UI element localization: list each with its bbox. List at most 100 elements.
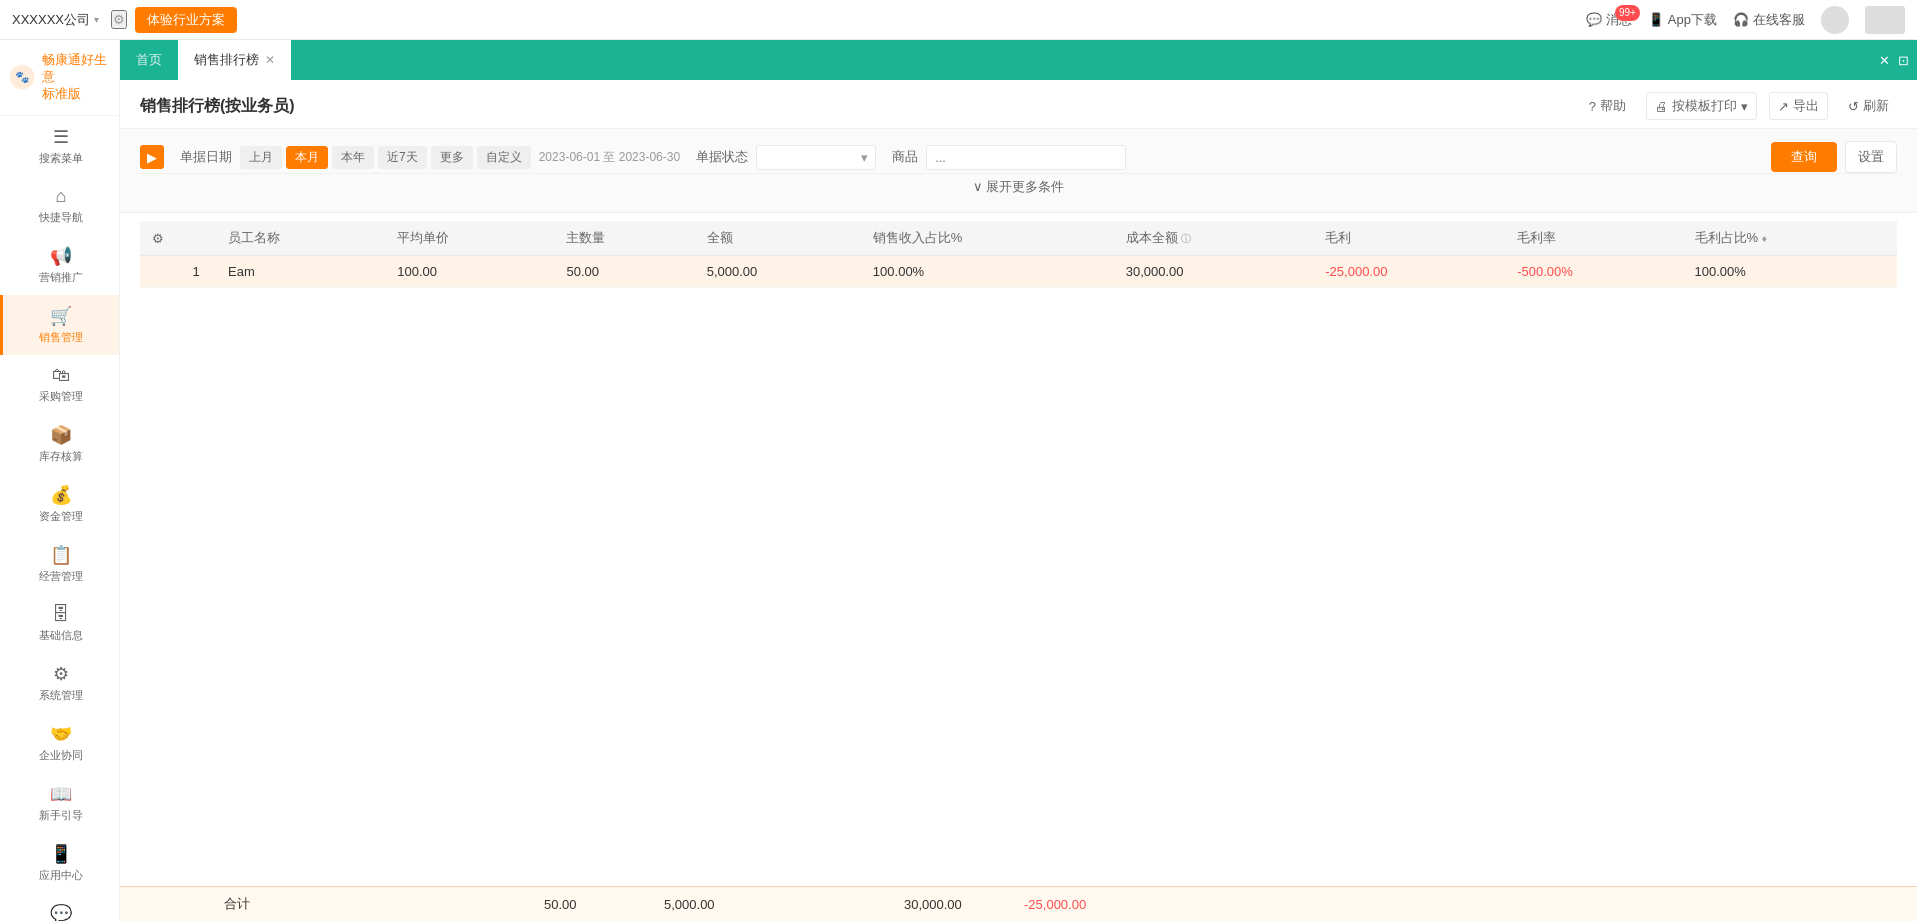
row-sales-pct: 100.00% — [861, 256, 1114, 288]
sales-mgmt-icon: 🛒 — [50, 305, 72, 327]
table-container: ⚙ 员工名称 平均单价 主数量 全额 销售收入占比% 成本全额 ⓘ — [120, 213, 1917, 886]
date-btn-current-year[interactable]: 本年 — [332, 146, 374, 169]
sidebar-label-search: 搜索菜单 — [39, 151, 83, 166]
settings-icon[interactable]: ⚙ — [111, 10, 127, 29]
avatar[interactable] — [1821, 6, 1849, 34]
row-amount: 5,000.00 — [695, 256, 861, 288]
sidebar-item-operation[interactable]: 📋 经营管理 — [0, 534, 119, 594]
goods-input[interactable] — [926, 145, 1126, 170]
trial-button[interactable]: 体验行业方案 — [135, 7, 237, 33]
status-select-wrapper — [756, 145, 876, 170]
date-btn-7days[interactable]: 近7天 — [378, 146, 427, 169]
row-avg-price: 100.00 — [385, 256, 554, 288]
top-bar: XXXXXX公司 ▾ ⚙ 体验行业方案 💬 消息 99+ 📱 App下载 🎧 在… — [0, 0, 1917, 40]
filter-actions: 查询 设置 — [1771, 141, 1897, 173]
sidebar-label-finance: 资金管理 — [39, 509, 83, 524]
sidebar-item-guide[interactable]: 📖 新手引导 — [0, 773, 119, 833]
message-button[interactable]: 💬 消息 99+ — [1586, 11, 1632, 29]
message-badge: 99+ — [1615, 5, 1640, 21]
date-btn-prev-month[interactable]: 上月 — [240, 146, 282, 169]
online-service-button[interactable]: 🎧 在线客服 — [1733, 11, 1805, 29]
row-settings — [140, 256, 176, 288]
footer-profit: -25,000.00 — [1012, 897, 1132, 912]
sidebar-item-sales-mgmt[interactable]: 🛒 销售管理 — [0, 295, 119, 355]
footer-quantity: 50.00 — [532, 897, 652, 912]
sidebar-item-marketing[interactable]: 📢 营销推广 — [0, 235, 119, 295]
logo-icon: 🐾 — [8, 61, 36, 93]
app-center-icon: 📱 — [50, 843, 72, 865]
filter-row: ▶ 单据日期 上月 本月 本年 近7天 更多 自定义 2023-06 — [140, 141, 1897, 173]
sidebar-item-quick-nav[interactable]: ⌂ 快捷导航 — [0, 176, 119, 235]
profit-pct-info-icon[interactable]: ♦ — [1762, 233, 1767, 244]
col-quantity: 主数量 — [554, 221, 694, 256]
print-icon: 🖨 — [1655, 99, 1668, 114]
company-selector[interactable]: XXXXXX公司 ▾ — [12, 11, 99, 29]
user-name[interactable] — [1865, 6, 1905, 34]
logo-text: 畅康通好生意 标准版 — [42, 52, 111, 103]
tab-home[interactable]: 首页 — [120, 40, 178, 80]
sidebar-label-quick-nav: 快捷导航 — [39, 210, 83, 225]
finance-icon: 💰 — [50, 484, 72, 506]
goods-filter: 商品 — [892, 145, 1126, 170]
date-btn-more[interactable]: 更多 — [431, 146, 473, 169]
enterprise-icon: 🤝 — [50, 723, 72, 745]
purchase-icon: 🛍 — [52, 365, 70, 386]
col-cost: 成本全额 ⓘ — [1114, 221, 1314, 256]
main-layout: 🐾 畅康通好生意 标准版 ☰ 搜索菜单 ⌂ 快捷导航 📢 营销推广 🛒 销售管理… — [0, 40, 1917, 921]
footer-label: 合计 — [212, 895, 412, 913]
tab-close-window-icon[interactable]: ✕ — [1879, 53, 1890, 68]
app-download-icon: 📱 — [1648, 12, 1664, 27]
sidebar-item-search-order[interactable]: ☰ 搜索菜单 — [0, 116, 119, 176]
col-settings: ⚙ — [140, 221, 176, 256]
status-filter: 单据状态 — [696, 145, 876, 170]
tab-close-icon[interactable]: ✕ — [265, 53, 275, 67]
sidebar-item-enterprise[interactable]: 🤝 企业协同 — [0, 713, 119, 773]
sidebar-item-wechat[interactable]: 💬 企业微信 — [0, 893, 119, 921]
date-btn-custom[interactable]: 自定义 — [477, 146, 531, 169]
marketing-icon: 📢 — [50, 245, 72, 267]
date-filter-label: 单据日期 — [180, 148, 232, 166]
expand-down-icon: ∨ — [973, 179, 983, 194]
filter-toggle-icon[interactable]: ▶ — [140, 145, 164, 169]
sidebar-item-inventory[interactable]: 📦 库存核算 — [0, 414, 119, 474]
col-avg-price: 平均单价 — [385, 221, 554, 256]
sidebar-logo: 🐾 畅康通好生意 标准版 — [0, 40, 119, 116]
goods-filter-label: 商品 — [892, 148, 918, 166]
sidebar: 🐾 畅康通好生意 标准版 ☰ 搜索菜单 ⌂ 快捷导航 📢 营销推广 🛒 销售管理… — [0, 40, 120, 921]
sidebar-label-marketing: 营销推广 — [39, 270, 83, 285]
refresh-button[interactable]: ↺ 刷新 — [1840, 93, 1897, 119]
col-profit-pct: 毛利占比% ♦ — [1683, 221, 1898, 256]
sidebar-label-guide: 新手引导 — [39, 808, 83, 823]
footer-cost: 30,000.00 — [892, 897, 1012, 912]
system-mgmt-icon: ⚙ — [53, 663, 69, 685]
print-button[interactable]: 🖨 按模板打印 ▾ — [1646, 92, 1757, 120]
headset-icon: 🎧 — [1733, 12, 1749, 27]
expand-more-conditions[interactable]: ∨ 展开更多条件 — [140, 173, 1897, 200]
sidebar-label-system: 系统管理 — [39, 688, 83, 703]
date-btn-current-month[interactable]: 本月 — [286, 146, 328, 169]
sidebar-item-basic-info[interactable]: 🗄 基础信息 — [0, 594, 119, 653]
query-button[interactable]: 查询 — [1771, 142, 1837, 172]
row-profit-pct: 100.00% — [1683, 256, 1898, 288]
sidebar-label-sales: 销售管理 — [39, 330, 83, 345]
sidebar-item-finance[interactable]: 💰 资金管理 — [0, 474, 119, 534]
data-table: ⚙ 员工名称 平均单价 主数量 全额 销售收入占比% 成本全额 ⓘ — [140, 221, 1897, 288]
content-area: 首页 销售排行榜 ✕ ✕ ⊡ 销售排行榜(按业务员) ? 帮助 — [120, 40, 1917, 921]
date-options: 上月 本月 本年 近7天 更多 自定义 — [240, 146, 531, 169]
quick-nav-icon: ⌂ — [56, 186, 67, 207]
settings-button[interactable]: 设置 — [1845, 141, 1897, 173]
help-button[interactable]: ? 帮助 — [1581, 93, 1634, 119]
col-amount: 全额 — [695, 221, 861, 256]
tab-maximize-icon[interactable]: ⊡ — [1898, 53, 1909, 68]
export-button[interactable]: ↗ 导出 — [1769, 92, 1828, 120]
col-settings-icon[interactable]: ⚙ — [152, 231, 164, 246]
sidebar-item-system-mgmt[interactable]: ⚙ 系统管理 — [0, 653, 119, 713]
status-select[interactable] — [756, 145, 876, 170]
cost-info-icon[interactable]: ⓘ — [1181, 233, 1191, 244]
row-profit-rate: -500.00% — [1505, 256, 1682, 288]
sidebar-label-inventory: 库存核算 — [39, 449, 83, 464]
tab-sales-rank[interactable]: 销售排行榜 ✕ — [178, 40, 291, 80]
sidebar-item-app-center[interactable]: 📱 应用中心 — [0, 833, 119, 893]
app-download-button[interactable]: 📱 App下载 — [1648, 11, 1717, 29]
sidebar-item-purchase[interactable]: 🛍 采购管理 — [0, 355, 119, 414]
